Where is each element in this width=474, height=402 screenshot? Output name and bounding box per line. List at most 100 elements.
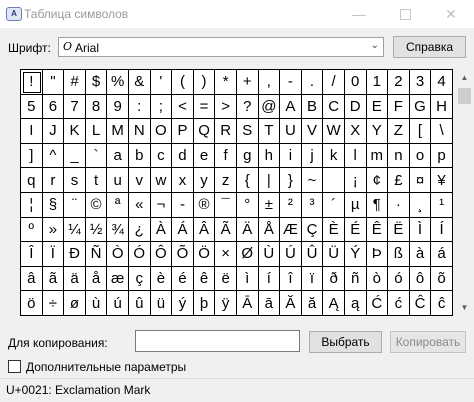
char-cell[interactable]: @ [258,94,281,120]
char-cell[interactable]: ½ [85,217,108,243]
char-cell[interactable]: ¿ [128,217,151,243]
char-cell[interactable]: ® [193,192,216,218]
char-cell[interactable]: Ă [280,291,302,316]
char-cell[interactable]: ú [107,291,129,316]
char-cell[interactable]: Ê [366,217,389,243]
char-cell[interactable]: ³ [301,192,324,218]
char-cell[interactable]: É [344,217,367,243]
char-cell[interactable]: à [409,242,432,267]
char-cell[interactable]: x [172,168,194,193]
char-cell[interactable]: N [128,119,151,144]
char-cell[interactable]: Õ [172,242,194,267]
char-cell[interactable]: Ĉ [409,291,432,316]
char-cell[interactable]: Ã [215,217,237,243]
char-cell[interactable]: ! [21,70,43,95]
char-cell[interactable]: ë [215,266,237,292]
char-cell[interactable]: ø [64,291,86,316]
char-cell[interactable]: - [280,70,302,95]
char-cell[interactable]: ą [344,291,367,316]
char-cell[interactable]: Ë [388,217,410,243]
char-cell[interactable]: ) [193,70,216,95]
maximize-button[interactable] [382,0,428,28]
char-cell[interactable]: å [85,266,108,292]
char-cell[interactable]: V [301,119,324,144]
char-cell[interactable]: * [215,70,237,95]
char-cell[interactable]: Y [366,119,389,144]
char-cell[interactable]: ß [388,242,410,267]
char-cell[interactable]: m [366,143,389,169]
char-cell[interactable]: È [323,217,345,243]
char-cell[interactable]: + [236,70,259,95]
char-cell[interactable]: » [42,217,65,243]
char-cell[interactable]: 1 [366,70,389,95]
char-cell[interactable]: v [128,168,151,193]
char-cell[interactable]: 2 [388,70,410,95]
char-cell[interactable]: £ [388,168,410,193]
char-cell[interactable]: þ [193,291,216,316]
char-cell[interactable]: ù [85,291,108,316]
char-cell[interactable]: [ [409,119,432,144]
char-cell[interactable]: Ó [128,242,151,267]
char-cell[interactable]: ô [409,266,432,292]
char-cell[interactable]: ü [150,291,173,316]
char-cell[interactable]: Â [193,217,216,243]
char-cell[interactable]: î [280,266,302,292]
char-cell[interactable]: ¤ [409,168,432,193]
char-cell[interactable]: ã [42,266,65,292]
char-cell[interactable]: Ú [280,242,302,267]
char-cell[interactable]: 3 [409,70,432,95]
char-cell[interactable]: ĉ [431,291,453,316]
char-cell[interactable]: Q [193,119,216,144]
char-cell[interactable]: l [344,143,367,169]
copy-input[interactable] [135,330,300,352]
advanced-options-label[interactable]: Дополнительные параметры [26,360,186,374]
char-cell[interactable]: h [258,143,281,169]
char-cell[interactable]: À [150,217,173,243]
char-cell[interactable]: ; [150,94,173,120]
char-cell[interactable]: M [107,119,129,144]
char-cell[interactable]: Í [431,217,453,243]
char-cell[interactable]: L [85,119,108,144]
char-cell[interactable]: ( [172,70,194,95]
char-cell[interactable]: J [42,119,65,144]
char-cell[interactable]: j [301,143,324,169]
char-cell[interactable]: . [301,70,324,95]
char-cell[interactable]: ´ [323,192,345,218]
char-cell[interactable]: Ð [64,242,86,267]
char-cell[interactable]: 7 [64,94,86,120]
char-cell[interactable]: d [172,143,194,169]
char-cell[interactable]: ¬ [150,192,173,218]
char-cell[interactable]: - [172,192,194,218]
char-cell[interactable]: ì [236,266,259,292]
char-cell[interactable]: × [215,242,237,267]
char-cell[interactable]: 8 [85,94,108,120]
char-cell[interactable]: Ć [366,291,389,316]
char-cell[interactable]: ' [150,70,173,95]
char-cell[interactable]: | [258,168,281,193]
char-cell[interactable]: ÷ [42,291,65,316]
char-cell[interactable]: ý [172,291,194,316]
char-cell[interactable]: > [215,94,237,120]
char-cell[interactable]: z [215,168,237,193]
char-cell[interactable]: O [150,119,173,144]
char-cell[interactable]: 4 [431,70,453,95]
scroll-down-icon[interactable]: ▼ [456,299,473,316]
char-cell[interactable]: ~ [301,168,324,193]
char-cell[interactable]: k [323,143,345,169]
char-cell[interactable]: w [150,168,173,193]
char-cell[interactable]: Ø [236,242,259,267]
char-cell[interactable]: K [64,119,86,144]
char-cell[interactable]: Ñ [85,242,108,267]
char-cell[interactable]: a [107,143,129,169]
char-cell[interactable]: < [172,94,194,120]
char-cell[interactable]: ö [21,291,43,316]
char-cell[interactable]: C [323,94,345,120]
char-cell[interactable]: ± [258,192,281,218]
char-cell[interactable]: « [128,192,151,218]
advanced-options-checkbox[interactable] [8,360,21,373]
char-cell[interactable]: Z [388,119,410,144]
char-cell[interactable]: p [431,143,453,169]
char-cell[interactable]: ï [301,266,324,292]
char-cell[interactable]: â [21,266,43,292]
char-cell[interactable]: ª [107,192,129,218]
